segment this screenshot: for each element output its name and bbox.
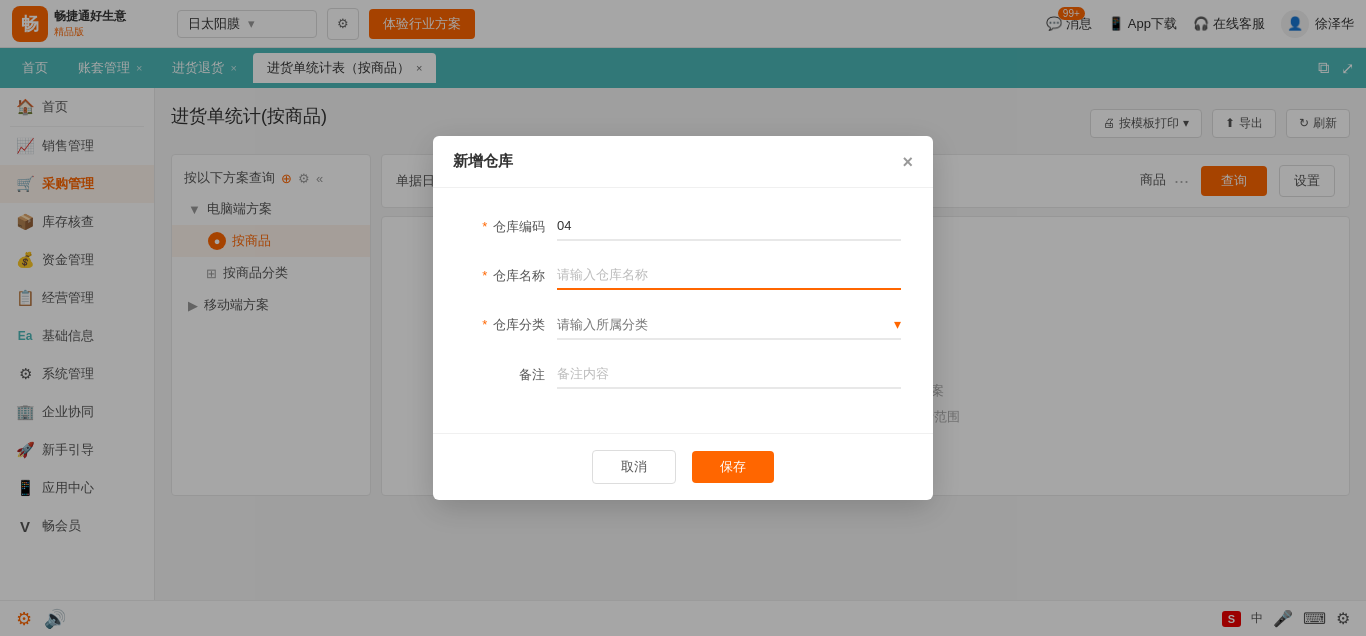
note-input[interactable] — [557, 360, 901, 389]
category-input[interactable] — [557, 317, 894, 332]
name-label: * 仓库名称 — [465, 267, 545, 285]
note-label-text: 备注 — [519, 367, 545, 382]
form-row-name: * 仓库名称 — [465, 261, 901, 290]
save-button[interactable]: 保存 — [692, 451, 774, 483]
category-select[interactable]: ▾ — [557, 310, 901, 340]
form-row-code: * 仓库编码 — [465, 212, 901, 241]
code-label-text: 仓库编码 — [493, 219, 545, 234]
name-required: * — [482, 268, 487, 283]
add-warehouse-dialog: 新增仓库 × * 仓库编码 * 仓库名称 — [433, 136, 933, 500]
dialog-body: * 仓库编码 * 仓库名称 * 仓库分类 — [433, 188, 933, 433]
category-arrow-icon: ▾ — [894, 316, 901, 332]
code-input[interactable] — [557, 212, 901, 241]
code-required: * — [482, 219, 487, 234]
note-label: 备注 — [465, 366, 545, 384]
cancel-button[interactable]: 取消 — [592, 450, 676, 484]
name-input[interactable] — [557, 261, 901, 290]
dialog-footer: 取消 保存 — [433, 433, 933, 500]
form-row-note: 备注 — [465, 360, 901, 389]
dialog-close-btn[interactable]: × — [902, 153, 913, 171]
name-label-text: 仓库名称 — [493, 268, 545, 283]
form-row-category: * 仓库分类 ▾ — [465, 310, 901, 340]
dialog-header: 新增仓库 × — [433, 136, 933, 188]
code-label: * 仓库编码 — [465, 218, 545, 236]
category-label-text: 仓库分类 — [493, 317, 545, 332]
modal-overlay[interactable]: 新增仓库 × * 仓库编码 * 仓库名称 — [0, 0, 1366, 636]
dialog-title: 新增仓库 — [453, 152, 513, 171]
category-label: * 仓库分类 — [465, 316, 545, 334]
category-required: * — [482, 317, 487, 332]
